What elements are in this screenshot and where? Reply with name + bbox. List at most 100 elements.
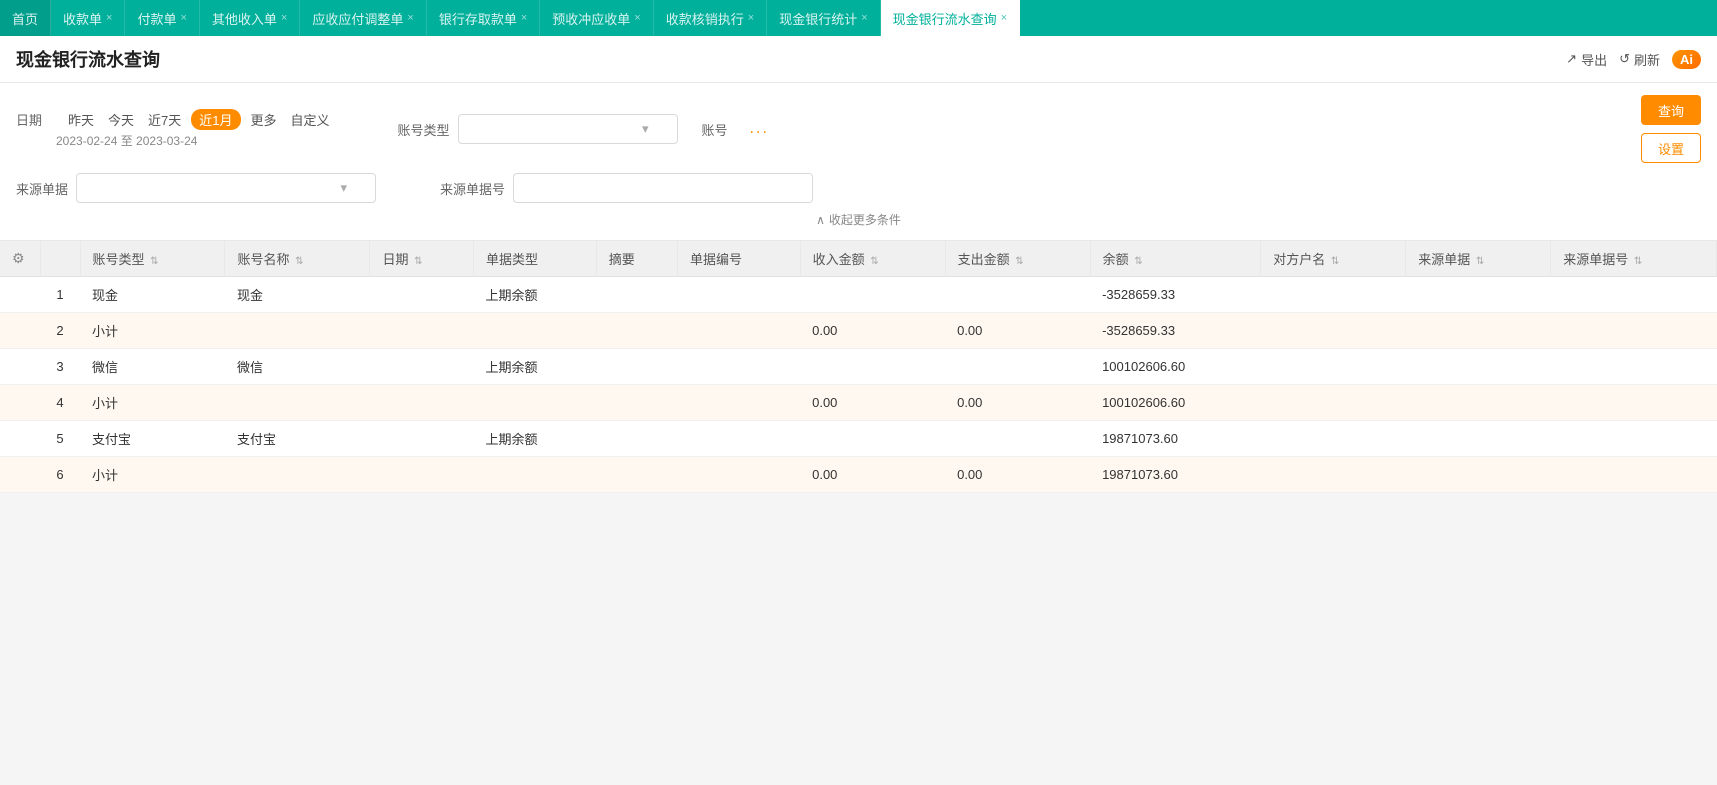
row-account-name bbox=[225, 385, 370, 421]
column-settings-icon[interactable]: ⚙ bbox=[12, 250, 25, 266]
query-button[interactable]: 查询 bbox=[1641, 95, 1701, 125]
refresh-button[interactable]: ↺ 刷新 bbox=[1619, 50, 1660, 69]
row-date bbox=[370, 421, 474, 457]
page-title: 现金银行流水查询 bbox=[16, 46, 160, 72]
table-row[interactable]: 1现金现金上期余额-3528659.33 bbox=[0, 277, 1717, 313]
table-body: 1现金现金上期余额-3528659.332小计0.000.00-3528659.… bbox=[0, 277, 1717, 493]
date-opt-today[interactable]: 今天 bbox=[104, 109, 138, 130]
chevron-down-icon: ▾ bbox=[642, 121, 649, 137]
nav-tab-cash-bank-flow[interactable]: 现金银行流水查询 × bbox=[881, 0, 1020, 36]
nav-tab-write-off[interactable]: 收款核销执行 × bbox=[654, 0, 767, 36]
row-summary bbox=[596, 349, 677, 385]
close-advance-offset-icon[interactable]: × bbox=[634, 12, 640, 24]
table-row[interactable]: 3微信微信上期余额100102606.60 bbox=[0, 349, 1717, 385]
nav-tab-bank-deposit[interactable]: 银行存取款单 × bbox=[427, 0, 540, 36]
row-balance: 100102606.60 bbox=[1090, 349, 1261, 385]
col-date[interactable]: 日期 ⇅ bbox=[370, 241, 474, 277]
row-account-name bbox=[225, 313, 370, 349]
nav-tab-other-income[interactable]: 其他收入单 × bbox=[200, 0, 300, 36]
col-doc-type[interactable]: 单据类型 bbox=[474, 241, 597, 277]
nav-tab-home[interactable]: 首页 bbox=[0, 0, 51, 36]
row-account-type: 微信 bbox=[80, 349, 225, 385]
close-cash-bank-stat-icon[interactable]: × bbox=[861, 12, 867, 24]
row-expense: 0.00 bbox=[945, 313, 1090, 349]
sort-counterpart-icon: ⇅ bbox=[1331, 256, 1339, 267]
date-opt-more[interactable]: 更多 bbox=[247, 109, 281, 130]
export-button[interactable]: ↗ 导出 bbox=[1566, 50, 1607, 69]
account-label: 账号 bbox=[702, 120, 742, 139]
collapse-bar[interactable]: ∧ 收起更多条件 bbox=[16, 207, 1701, 228]
account-type-select[interactable]: ▾ bbox=[458, 114, 678, 144]
close-cash-bank-flow-icon[interactable]: × bbox=[1001, 12, 1007, 24]
row-summary bbox=[596, 385, 677, 421]
nav-tab-advance-offset[interactable]: 预收冲应收单 × bbox=[540, 0, 653, 36]
close-write-off-icon[interactable]: × bbox=[748, 12, 754, 24]
row-gear bbox=[0, 277, 40, 313]
nav-tab-write-off-label: 收款核销执行 bbox=[666, 9, 744, 28]
col-source-doc-no[interactable]: 来源单据号 ⇅ bbox=[1551, 241, 1717, 277]
close-other-income-icon[interactable]: × bbox=[281, 12, 287, 24]
row-num: 4 bbox=[40, 385, 80, 421]
row-doc-type: 上期余额 bbox=[474, 421, 597, 457]
date-opt-1month[interactable]: 近1月 bbox=[191, 109, 240, 130]
col-account-name[interactable]: 账号名称 ⇅ bbox=[225, 241, 370, 277]
row-doc-type bbox=[474, 385, 597, 421]
row-account-type: 现金 bbox=[80, 277, 225, 313]
date-opt-custom[interactable]: 自定义 bbox=[287, 109, 334, 130]
account-dots-button[interactable]: ... bbox=[750, 120, 769, 138]
row-account-name bbox=[225, 457, 370, 493]
col-source-doc[interactable]: 来源单据 ⇅ bbox=[1406, 241, 1551, 277]
close-ar-ap-icon[interactable]: × bbox=[407, 12, 413, 24]
col-income[interactable]: 收入金额 ⇅ bbox=[800, 241, 945, 277]
col-doc-type-label: 单据类型 bbox=[486, 252, 538, 267]
table-row[interactable]: 4小计0.000.00100102606.60 bbox=[0, 385, 1717, 421]
row-expense: 0.00 bbox=[945, 385, 1090, 421]
nav-tab-ar-ap-adjust[interactable]: 应收应付调整单 × bbox=[300, 0, 426, 36]
nav-tab-receipt[interactable]: 收款单 × bbox=[51, 0, 125, 36]
nav-tab-home-label: 首页 bbox=[12, 9, 38, 28]
ai-button[interactable]: Ai bbox=[1672, 50, 1701, 69]
nav-tab-receipt-label: 收款单 bbox=[63, 9, 102, 28]
col-counterpart[interactable]: 对方户名 ⇅ bbox=[1261, 241, 1406, 277]
col-gear[interactable]: ⚙ bbox=[0, 241, 40, 277]
nav-tab-ar-ap-label: 应收应付调整单 bbox=[312, 9, 403, 28]
row-income: 0.00 bbox=[800, 385, 945, 421]
table-header-row: ⚙ 账号类型 ⇅ 账号名称 ⇅ 日期 ⇅ 单据类型 bbox=[0, 241, 1717, 277]
row-summary bbox=[596, 313, 677, 349]
table-row[interactable]: 2小计0.000.00-3528659.33 bbox=[0, 313, 1717, 349]
date-opt-7days[interactable]: 近7天 bbox=[144, 109, 185, 130]
col-account-name-label: 账号名称 bbox=[237, 252, 289, 267]
sort-expense-icon: ⇅ bbox=[1015, 256, 1023, 267]
source-doc-no-group: 来源单据号 bbox=[440, 173, 813, 203]
row-date bbox=[370, 457, 474, 493]
col-doc-no[interactable]: 单据编号 bbox=[677, 241, 800, 277]
close-bank-deposit-icon[interactable]: × bbox=[521, 12, 527, 24]
source-doc-no-input[interactable] bbox=[513, 173, 813, 203]
nav-tab-payment[interactable]: 付款单 × bbox=[125, 0, 199, 36]
row-summary bbox=[596, 457, 677, 493]
date-range-text: 2023-02-24 至 2023-03-24 bbox=[56, 134, 197, 148]
row-doc-type bbox=[474, 313, 597, 349]
date-filter-group: 日期 昨天 今天 近7天 近1月 更多 自定义 2023-02-24 至 202… bbox=[16, 109, 334, 149]
sort-source-doc-icon: ⇅ bbox=[1476, 256, 1484, 267]
close-receipt-icon[interactable]: × bbox=[106, 12, 112, 24]
row-source-doc-no bbox=[1551, 421, 1717, 457]
settings-button[interactable]: 设置 bbox=[1641, 133, 1701, 163]
col-summary[interactable]: 摘要 bbox=[596, 241, 677, 277]
refresh-label: 刷新 bbox=[1634, 50, 1660, 69]
source-doc-select[interactable]: ▾ bbox=[76, 173, 376, 203]
row-source-doc bbox=[1406, 457, 1551, 493]
row-gear bbox=[0, 385, 40, 421]
col-account-type[interactable]: 账号类型 ⇅ bbox=[80, 241, 225, 277]
close-payment-icon[interactable]: × bbox=[180, 12, 186, 24]
page-header: 现金银行流水查询 ↗ 导出 ↺ 刷新 Ai bbox=[0, 36, 1717, 83]
nav-tab-cash-bank-stat[interactable]: 现金银行统计 × bbox=[767, 0, 880, 36]
col-balance[interactable]: 余额 ⇅ bbox=[1090, 241, 1261, 277]
row-balance: -3528659.33 bbox=[1090, 313, 1261, 349]
date-opt-yesterday[interactable]: 昨天 bbox=[64, 109, 98, 130]
col-expense[interactable]: 支出金额 ⇅ bbox=[945, 241, 1090, 277]
collapse-label: 收起更多条件 bbox=[829, 211, 901, 228]
table-row[interactable]: 5支付宝支付宝上期余额19871073.60 bbox=[0, 421, 1717, 457]
row-source-doc bbox=[1406, 385, 1551, 421]
table-row[interactable]: 6小计0.000.0019871073.60 bbox=[0, 457, 1717, 493]
